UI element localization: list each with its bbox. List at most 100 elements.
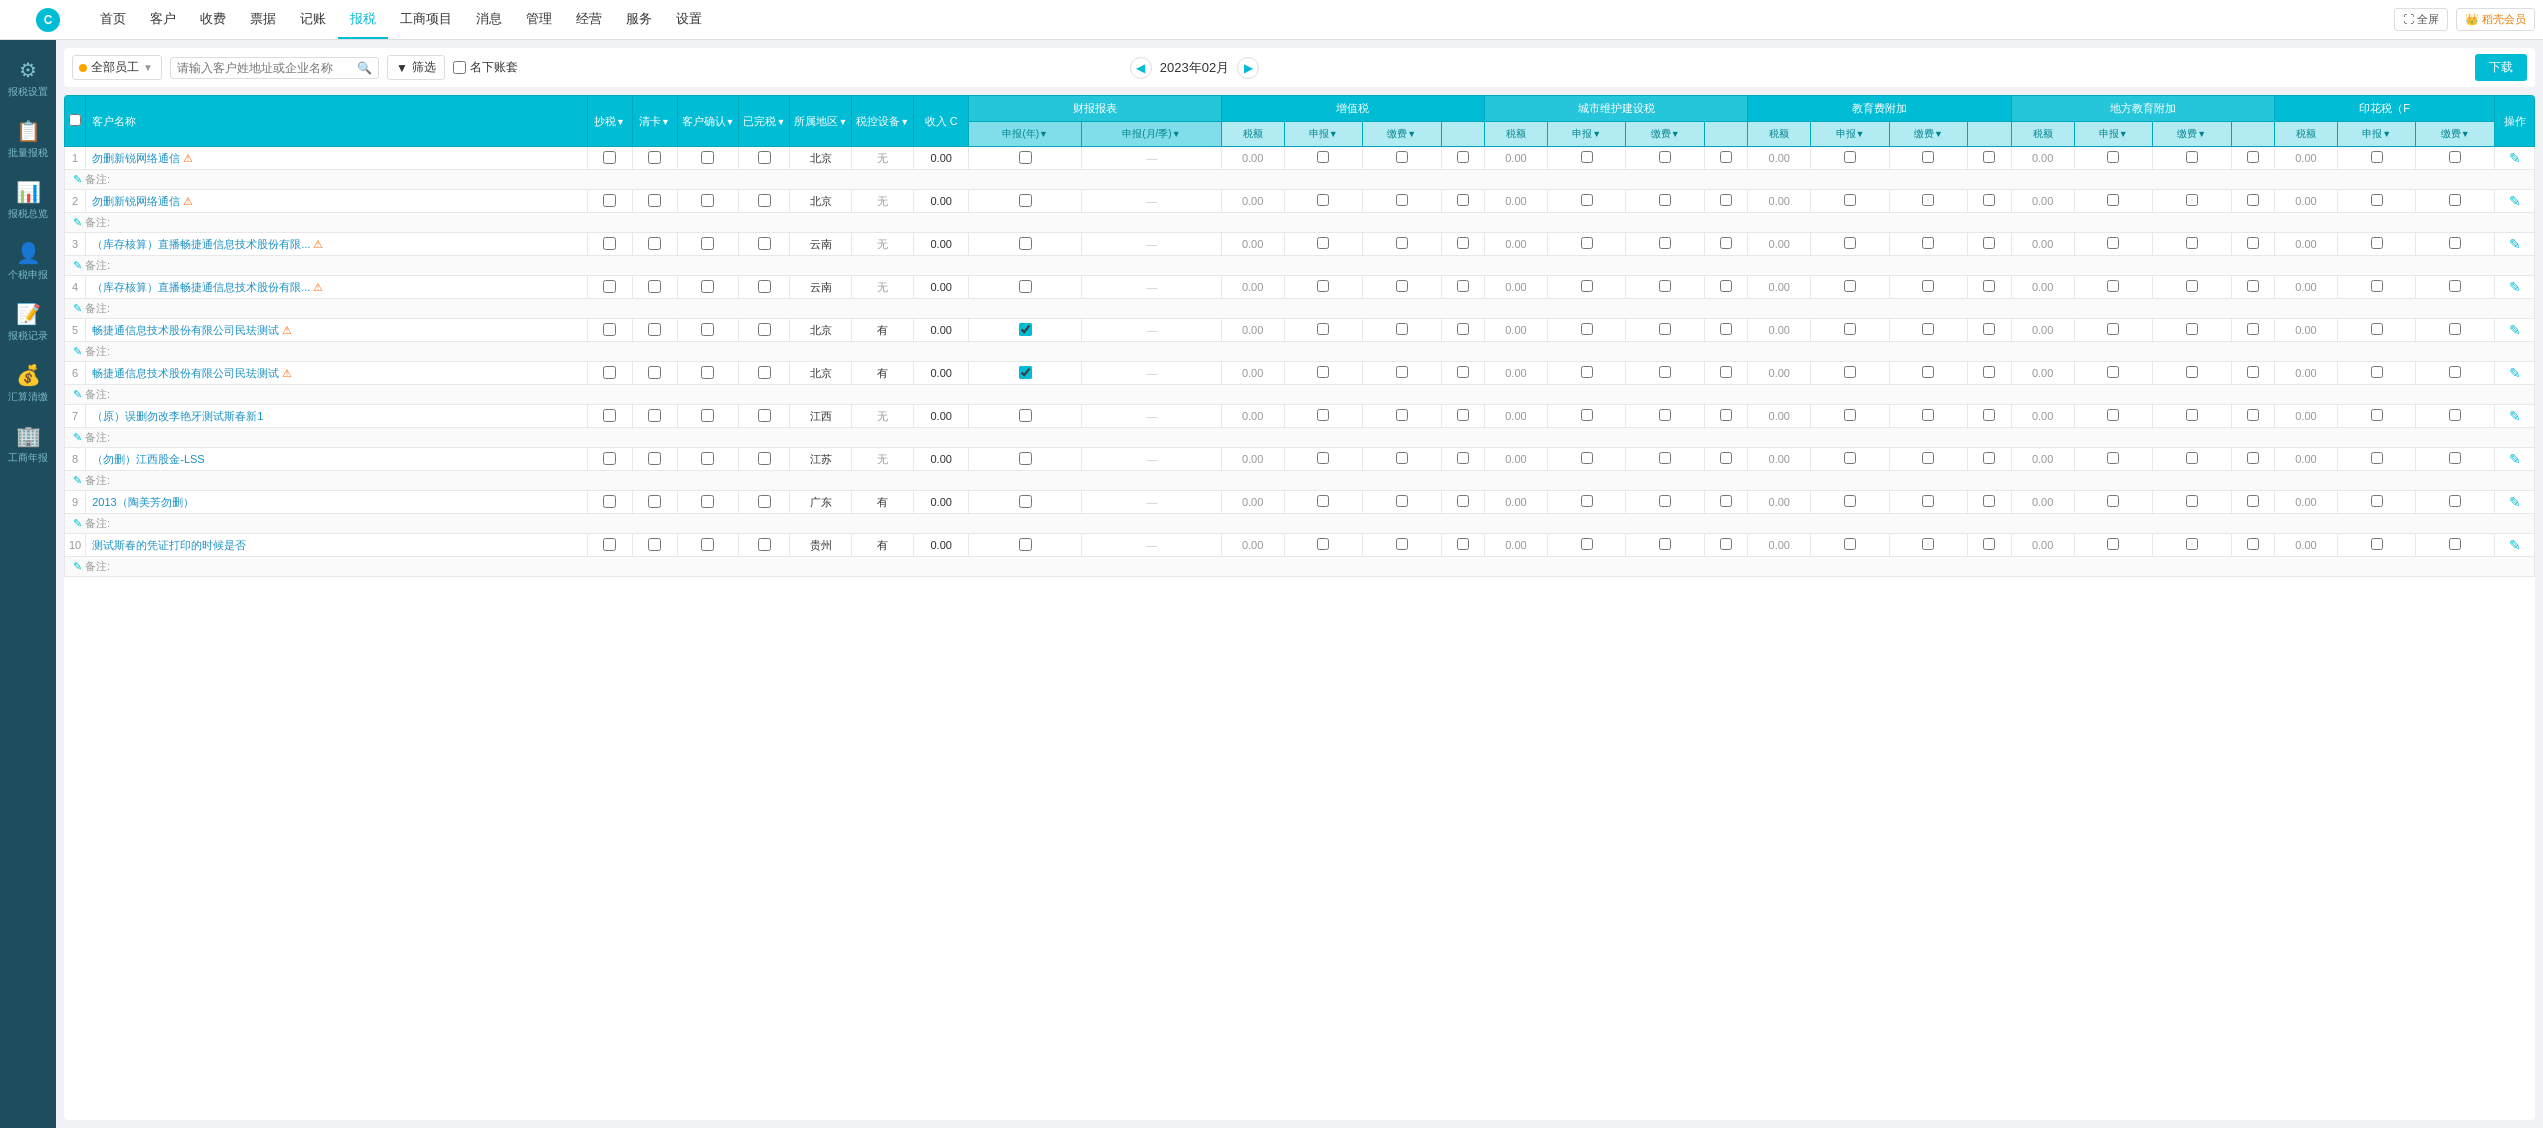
cell-chaoshui[interactable] — [587, 491, 632, 514]
cell-tax-group-1-col-1[interactable] — [1547, 233, 1625, 256]
cell-tax-group-3-col-3[interactable] — [2231, 147, 2274, 170]
cell-paid[interactable] — [739, 190, 790, 213]
company-name-cell[interactable]: （库存核算）直播畅捷通信息技术股份有限... ⚠ — [86, 276, 587, 299]
col-header-vat-declare[interactable]: 申报▼ — [1284, 122, 1362, 147]
vip-button[interactable]: 👑 稻壳会员 — [2456, 8, 2535, 31]
cell-tax-group-0-col-3[interactable] — [1441, 491, 1484, 514]
cell-tax-group-0-col-2[interactable] — [1363, 534, 1441, 557]
cell-chaoshui[interactable] — [587, 534, 632, 557]
cell-confirm[interactable] — [677, 190, 739, 213]
cell-edit[interactable]: ✎ — [2495, 448, 2535, 471]
cell-tax-group-4-col-2[interactable] — [2416, 491, 2495, 514]
cell-tax-group-2-col-3[interactable] — [1968, 190, 2011, 213]
cell-tax-group-2-col-1[interactable] — [1811, 319, 1889, 342]
cell-tax-group-1-col-3[interactable] — [1704, 319, 1747, 342]
cell-tax-group-2-col-3[interactable] — [1968, 276, 2011, 299]
prev-month-button[interactable]: ◀ — [1130, 57, 1152, 79]
cell-tax-group-0-col-2[interactable] — [1363, 190, 1441, 213]
cell-annual-declare[interactable] — [969, 319, 1082, 342]
col-header-region[interactable]: 所属地区▼ — [790, 96, 852, 147]
cell-tax-group-2-col-2[interactable] — [1889, 534, 1967, 557]
cell-annual-declare[interactable] — [969, 448, 1082, 471]
cell-tax-group-2-col-2[interactable] — [1889, 491, 1967, 514]
cell-tax-group-1-col-3[interactable] — [1704, 147, 1747, 170]
cell-chaoshui[interactable] — [587, 405, 632, 428]
cell-qingka[interactable] — [632, 362, 677, 385]
cell-tax-group-2-col-1[interactable] — [1811, 491, 1889, 514]
cell-tax-group-2-col-1[interactable] — [1811, 534, 1889, 557]
cell-tax-group-3-col-1[interactable] — [2074, 362, 2152, 385]
cell-tax-group-2-col-3[interactable] — [1968, 147, 2011, 170]
cell-tax-group-2-col-3[interactable] — [1968, 362, 2011, 385]
cell-paid[interactable] — [739, 276, 790, 299]
nav-item-home[interactable]: 首页 — [88, 0, 138, 39]
cell-tax-group-1-col-2[interactable] — [1626, 147, 1704, 170]
nav-item-business[interactable]: 工商项目 — [388, 0, 464, 39]
cell-confirm[interactable] — [677, 491, 739, 514]
cell-tax-group-4-col-1[interactable] — [2337, 405, 2415, 428]
cell-edit[interactable]: ✎ — [2495, 190, 2535, 213]
download-button[interactable]: 下载 — [2475, 54, 2527, 81]
cell-tax-group-3-col-2[interactable] — [2153, 491, 2231, 514]
cell-chaoshui[interactable] — [587, 147, 632, 170]
cell-paid[interactable] — [739, 491, 790, 514]
nav-item-manage[interactable]: 管理 — [514, 0, 564, 39]
cell-edit[interactable]: ✎ — [2495, 276, 2535, 299]
cell-confirm[interactable] — [677, 233, 739, 256]
cell-tax-group-2-col-1[interactable] — [1811, 405, 1889, 428]
cell-tax-group-0-col-2[interactable] — [1363, 362, 1441, 385]
nav-item-customer[interactable]: 客户 — [138, 0, 188, 39]
cell-tax-group-2-col-1[interactable] — [1811, 190, 1889, 213]
company-name-cell[interactable]: 畅捷通信息技术股份有限公司民珐测试 ⚠ — [86, 319, 587, 342]
cell-tax-group-0-col-3[interactable] — [1441, 233, 1484, 256]
cell-tax-group-2-col-2[interactable] — [1889, 233, 1967, 256]
cell-chaoshui[interactable] — [587, 362, 632, 385]
col-header-local-declare[interactable]: 申报▼ — [2074, 122, 2152, 147]
sidebar-item-batch-tax[interactable]: 📋 批量报税 — [0, 109, 56, 170]
cell-confirm[interactable] — [677, 276, 739, 299]
cell-tax-group-4-col-2[interactable] — [2416, 319, 2495, 342]
cell-edit[interactable]: ✎ — [2495, 405, 2535, 428]
cell-tax-group-2-col-1[interactable] — [1811, 448, 1889, 471]
cell-tax-group-0-col-1[interactable] — [1284, 319, 1362, 342]
cell-tax-group-4-col-2[interactable] — [2416, 405, 2495, 428]
cell-tax-group-0-col-3[interactable] — [1441, 276, 1484, 299]
company-name-cell[interactable]: 勿删新锐网络通信 ⚠ — [86, 147, 587, 170]
nav-item-tax[interactable]: 报税 — [338, 0, 388, 39]
cell-tax-group-3-col-1[interactable] — [2074, 319, 2152, 342]
cell-tax-group-1-col-2[interactable] — [1626, 190, 1704, 213]
cell-paid[interactable] — [739, 362, 790, 385]
company-name-cell[interactable]: （勿删）江西股金-LSS — [86, 448, 587, 471]
cell-tax-group-0-col-1[interactable] — [1284, 534, 1362, 557]
cell-tax-group-1-col-1[interactable] — [1547, 319, 1625, 342]
nav-item-invoice[interactable]: 票据 — [238, 0, 288, 39]
cell-tax-group-4-col-1[interactable] — [2337, 491, 2415, 514]
cell-qingka[interactable] — [632, 319, 677, 342]
cell-annual-declare[interactable] — [969, 190, 1082, 213]
cell-qingka[interactable] — [632, 233, 677, 256]
cell-confirm[interactable] — [677, 147, 739, 170]
cell-tax-group-4-col-1[interactable] — [2337, 190, 2415, 213]
cell-tax-group-0-col-1[interactable] — [1284, 362, 1362, 385]
company-name-cell[interactable]: 畅捷通信息技术股份有限公司民珐测试 ⚠ — [86, 362, 587, 385]
cell-confirm[interactable] — [677, 448, 739, 471]
cell-paid[interactable] — [739, 319, 790, 342]
cell-tax-group-3-col-3[interactable] — [2231, 319, 2274, 342]
cell-tax-group-2-col-3[interactable] — [1968, 405, 2011, 428]
filter-button[interactable]: ▼ 筛选 — [387, 55, 445, 80]
cell-tax-group-1-col-2[interactable] — [1626, 233, 1704, 256]
cell-tax-group-3-col-1[interactable] — [2074, 405, 2152, 428]
col-header-monthly-report[interactable]: 申报(月/季)▼ — [1082, 122, 1221, 147]
cell-tax-group-3-col-2[interactable] — [2153, 319, 2231, 342]
cell-tax-group-1-col-1[interactable] — [1547, 276, 1625, 299]
cell-tax-group-0-col-1[interactable] — [1284, 233, 1362, 256]
cell-tax-group-0-col-3[interactable] — [1441, 319, 1484, 342]
cell-tax-group-2-col-1[interactable] — [1811, 147, 1889, 170]
search-icon[interactable]: 🔍 — [357, 61, 372, 75]
fullscreen-button[interactable]: ⛶ 全屏 — [2394, 8, 2448, 31]
sidebar-item-tax-overview[interactable]: 📊 报税总览 — [0, 170, 56, 231]
col-header-confirm[interactable]: 客户确认▼ — [677, 96, 739, 147]
cell-tax-group-1-col-3[interactable] — [1704, 233, 1747, 256]
cell-tax-group-2-col-1[interactable] — [1811, 362, 1889, 385]
cell-qingka[interactable] — [632, 190, 677, 213]
